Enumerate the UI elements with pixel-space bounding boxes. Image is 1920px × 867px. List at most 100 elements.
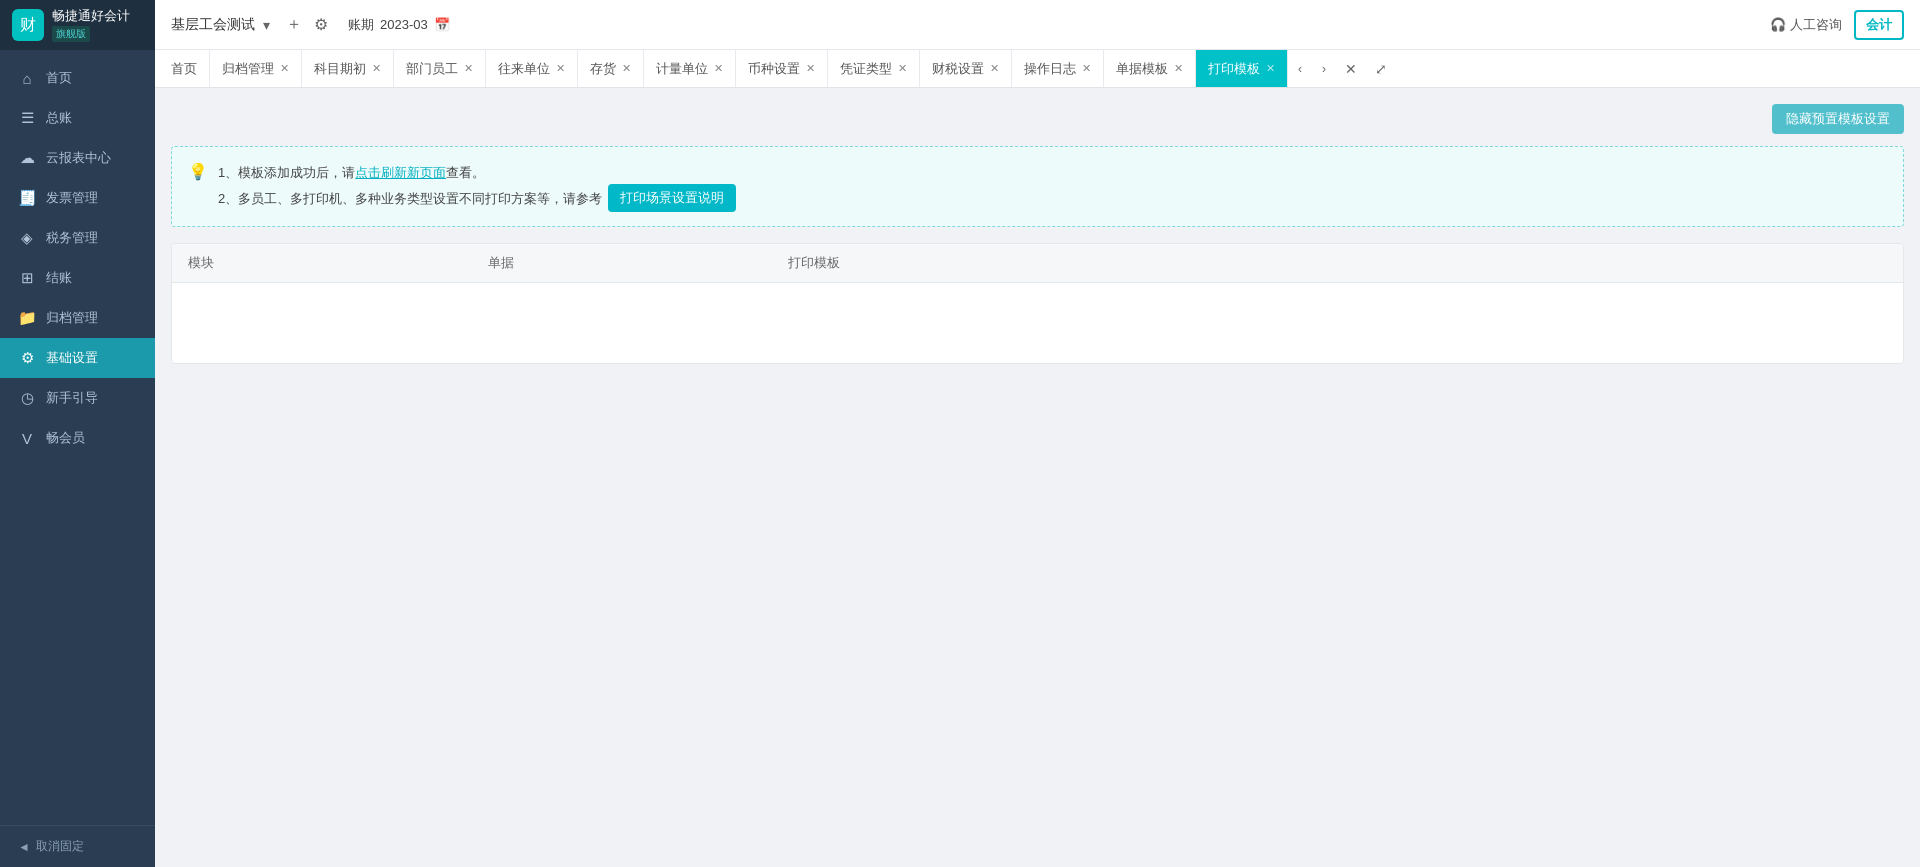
sidebar-item-tax[interactable]: ◈ 税务管理 [0,218,155,258]
page-content: 隐藏预置模板设置 💡 1、模板添加成功后，请点击刷新新页面查看。 2、多员工、多… [155,88,1920,867]
tab-receipt[interactable]: 单据模板 ✕ [1104,50,1196,88]
sidebar-item-ledger[interactable]: ☰ 总账 [0,98,155,138]
headset-icon: 🎧 [1770,17,1786,32]
tab-close-all-button[interactable]: ✕ [1336,50,1366,88]
sidebar-item-label: 云报表中心 [46,149,111,167]
tab-unit[interactable]: 计量单位 ✕ [644,50,736,88]
settings-gear-icon[interactable]: ⚙ [314,15,328,34]
sidebar-item-label: 税务管理 [46,229,98,247]
tab-close-oplog[interactable]: ✕ [1082,62,1091,75]
tab-stock[interactable]: 存货 ✕ [578,50,644,88]
tab-close-stock[interactable]: ✕ [622,62,631,75]
close-period-icon: ⊞ [18,269,36,287]
tab-oplog[interactable]: 操作日志 ✕ [1012,50,1104,88]
ledger-icon: ☰ [18,109,36,127]
tab-close-subject[interactable]: ✕ [372,62,381,75]
tab-partner[interactable]: 往来单位 ✕ [486,50,578,88]
unpin-label: 取消固定 [36,838,84,855]
tab-close-partner[interactable]: ✕ [556,62,565,75]
th-template: 打印模板 [788,254,1887,272]
period-display: 账期 2023-03 📅 [348,16,450,34]
sidebar-item-close[interactable]: ⊞ 结账 [0,258,155,298]
tab-expand-button[interactable]: ⤢ [1366,50,1396,88]
info-line1-suffix: 查看。 [446,165,485,180]
invoice-icon: 🧾 [18,189,36,207]
hide-preview-button[interactable]: 隐藏预置模板设置 [1772,104,1904,134]
tab-close-dept[interactable]: ✕ [464,62,473,75]
tab-prev-button[interactable]: ‹ [1288,50,1312,88]
info-content: 1、模板添加成功后，请点击刷新新页面查看。 2、多员工、多打印机、多种业务类型设… [218,161,1887,212]
settings-icon: ⚙ [18,349,36,367]
unpin-button[interactable]: ◄ 取消固定 [0,825,155,867]
sidebar: 财 畅捷通好会计 旗舰版 ⌂ 首页 ☰ 总账 ☁ 云报表中心 🧾 发票管理 ◈ … [0,0,155,867]
tab-voucher[interactable]: 凭证类型 ✕ [828,50,920,88]
sidebar-item-home[interactable]: ⌂ 首页 [0,58,155,98]
tab-close-currency[interactable]: ✕ [806,62,815,75]
calendar-icon[interactable]: 📅 [434,17,450,32]
customer-service-button[interactable]: 🎧 人工咨询 [1770,16,1842,34]
sidebar-item-label: 畅会员 [46,429,85,447]
role-button[interactable]: 会计 [1854,10,1904,40]
sidebar-item-invoice[interactable]: 🧾 发票管理 [0,178,155,218]
sidebar-item-guide[interactable]: ◷ 新手引导 [0,378,155,418]
tab-print[interactable]: 打印模板 ✕ [1196,50,1288,88]
sidebar-item-settings[interactable]: ⚙ 基础设置 [0,338,155,378]
tab-close-unit[interactable]: ✕ [714,62,723,75]
sidebar-item-label: 总账 [46,109,72,127]
tab-close-receipt[interactable]: ✕ [1174,62,1183,75]
logo-icon: 财 [12,9,44,41]
bulb-icon: 💡 [188,162,208,181]
action-bar: 隐藏预置模板设置 [171,104,1904,134]
home-icon: ⌂ [18,70,36,87]
refresh-link[interactable]: 点击刷新新页面 [355,165,446,180]
sidebar-item-label: 归档管理 [46,309,98,327]
data-table: 模块 单据 打印模板 [171,243,1904,364]
th-single: 单据 [488,254,788,272]
app-logo: 财 畅捷通好会计 旗舰版 [0,0,155,50]
reports-icon: ☁ [18,149,36,167]
tab-next-button[interactable]: › [1312,50,1336,88]
sidebar-item-label: 首页 [46,69,72,87]
unpin-icon: ◄ [18,840,30,854]
tab-close-print[interactable]: ✕ [1266,62,1275,75]
tab-close-voucher[interactable]: ✕ [898,62,907,75]
period-label: 账期 [348,16,374,34]
topbar-actions: ＋ ⚙ [286,14,328,35]
tab-dept[interactable]: 部门员工 ✕ [394,50,486,88]
sidebar-item-reports[interactable]: ☁ 云报表中心 [0,138,155,178]
main-area: 基层工会测试 ▾ ＋ ⚙ 账期 2023-03 📅 🎧 人工咨询 会计 首页 归… [155,0,1920,867]
add-button[interactable]: ＋ [286,14,302,35]
sidebar-item-label: 基础设置 [46,349,98,367]
sidebar-item-archive[interactable]: 📁 归档管理 [0,298,155,338]
th-module: 模块 [188,254,488,272]
tab-home[interactable]: 首页 [159,50,210,88]
tabbar: 首页 归档管理 ✕ 科目期初 ✕ 部门员工 ✕ 往来单位 ✕ 存货 ✕ 计量单位… [155,50,1920,88]
tab-subject[interactable]: 科目期初 ✕ [302,50,394,88]
service-label: 人工咨询 [1790,16,1842,34]
explain-button[interactable]: 打印场景设置说明 [608,184,736,212]
logo-name: 畅捷通好会计 [52,8,130,25]
company-name[interactable]: 基层工会测试 ▾ [171,16,270,34]
archive-icon: 📁 [18,309,36,327]
sidebar-item-label: 发票管理 [46,189,98,207]
table-body [172,283,1903,363]
member-icon: V [18,430,36,447]
tab-currency[interactable]: 币种设置 ✕ [736,50,828,88]
tab-close-archive[interactable]: ✕ [280,62,289,75]
period-value: 2023-03 [380,17,428,32]
company-chevron-icon[interactable]: ▾ [263,17,270,33]
guide-icon: ◷ [18,389,36,407]
tax-icon: ◈ [18,229,36,247]
info-line1-prefix: 1、模板添加成功后，请 [218,165,355,180]
info-box: 💡 1、模板添加成功后，请点击刷新新页面查看。 2、多员工、多打印机、多种业务类… [171,146,1904,227]
sidebar-item-label: 新手引导 [46,389,98,407]
sidebar-item-label: 结账 [46,269,72,287]
logo-badge: 旗舰版 [52,26,90,42]
topbar-right: 🎧 人工咨询 会计 [1770,10,1904,40]
tab-close-taxset[interactable]: ✕ [990,62,999,75]
sidebar-item-member[interactable]: V 畅会员 [0,418,155,458]
tab-archive[interactable]: 归档管理 ✕ [210,50,302,88]
table-header: 模块 单据 打印模板 [172,244,1903,283]
topbar: 基层工会测试 ▾ ＋ ⚙ 账期 2023-03 📅 🎧 人工咨询 会计 [155,0,1920,50]
tab-taxset[interactable]: 财税设置 ✕ [920,50,1012,88]
